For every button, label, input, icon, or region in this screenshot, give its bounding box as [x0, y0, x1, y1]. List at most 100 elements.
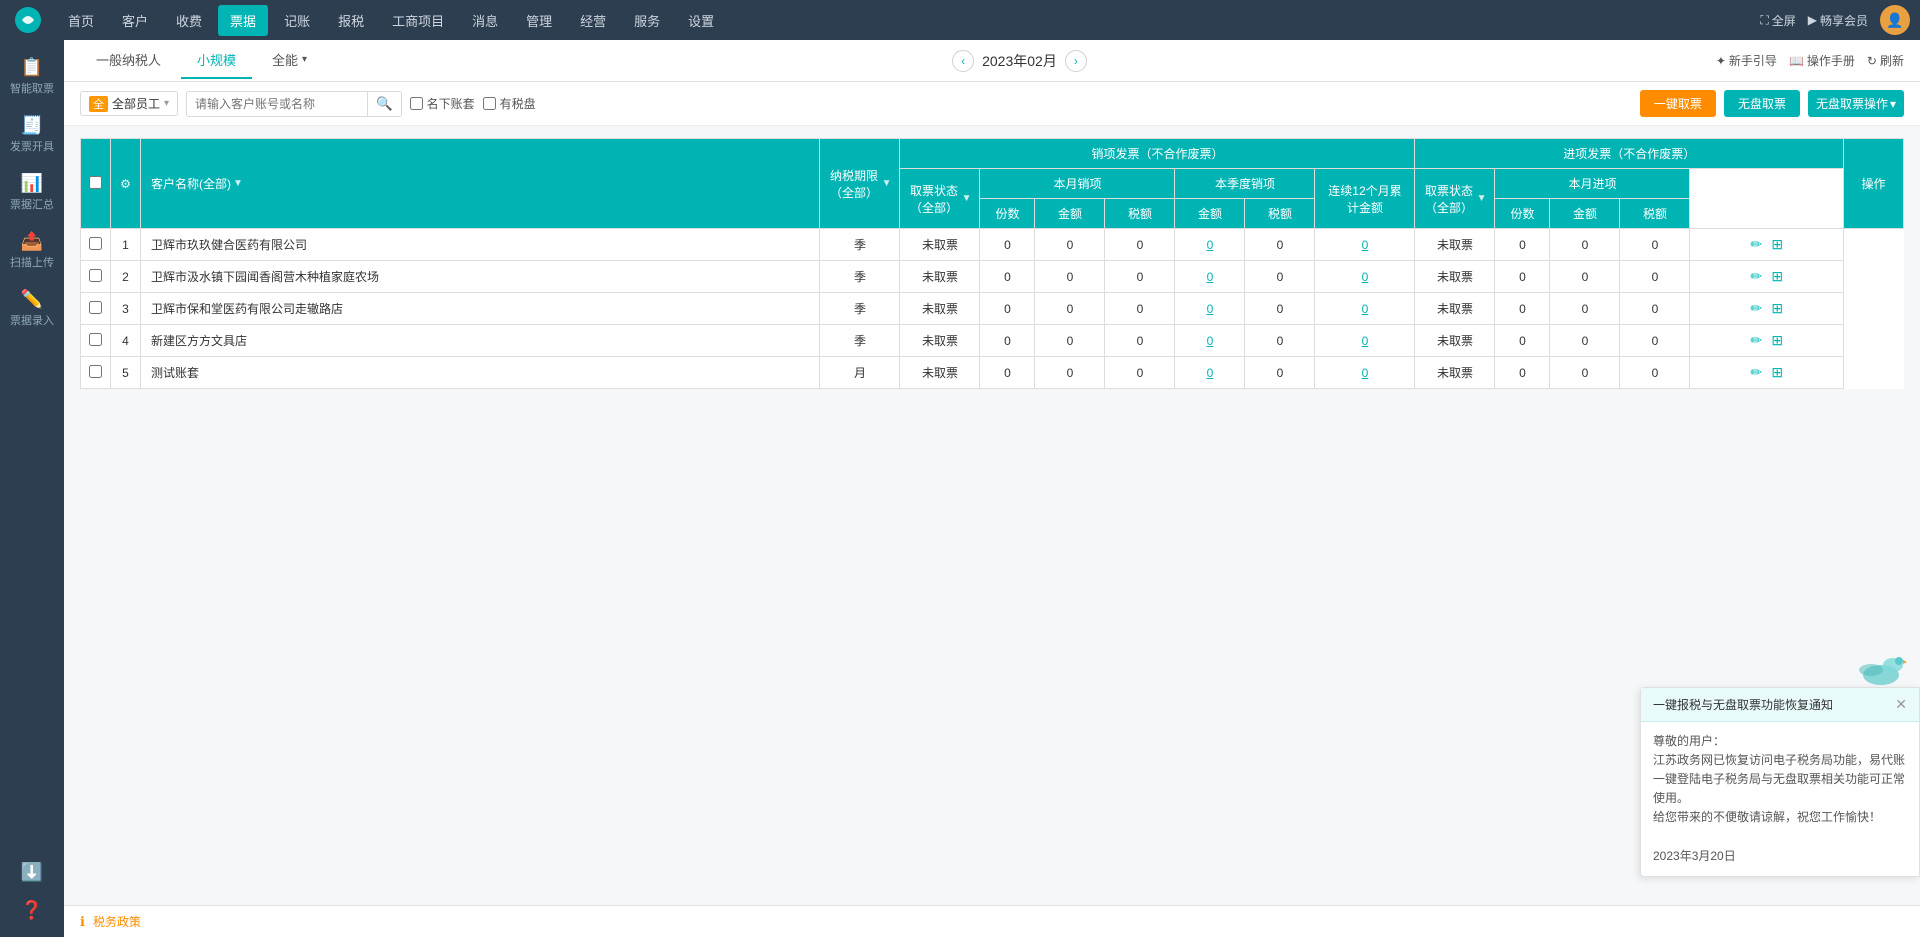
row-tax-input-cell: 0 [1620, 229, 1690, 261]
view-icon[interactable]: ⊞ [1768, 268, 1786, 284]
sidebar-item-label: 票据录入 [10, 312, 54, 328]
manual-link[interactable]: 📖 操作手册 [1789, 52, 1855, 69]
edit-icon[interactable]: ✏ [1747, 364, 1765, 380]
edit-icon[interactable]: ✏ [1747, 300, 1765, 316]
nav-settings[interactable]: 设置 [676, 5, 726, 36]
view-icon[interactable]: ⊞ [1768, 332, 1786, 348]
employee-select[interactable]: 全 全部员工 ▾ [80, 91, 178, 116]
sidebar-item-invoice-entry[interactable]: ✏️ 票据录入 [4, 282, 60, 336]
employee-dropdown-icon: ▾ [164, 98, 169, 109]
amount-quarter-link[interactable]: 0 [1207, 270, 1214, 284]
nav-customer[interactable]: 客户 [110, 5, 160, 36]
tax-policy-link[interactable]: 税务政策 [93, 913, 141, 930]
amount-quarter-link[interactable]: 0 [1207, 366, 1214, 380]
amount-quarter-link[interactable]: 0 [1207, 238, 1214, 252]
table-row: 3 卫辉市保和堂医药有限公司走辙路店 季 未取票 0 0 0 0 0 0 未取票… [81, 293, 1904, 325]
nav-business[interactable]: 工商项目 [380, 5, 456, 36]
tab-all-capable[interactable]: 全能 ▾ [256, 42, 323, 79]
select-all-checkbox[interactable] [89, 176, 102, 189]
row-amount-input-cell: 0 [1550, 293, 1620, 325]
customer-filter[interactable]: 客户名称(全部) ▼ [151, 175, 243, 192]
nav-fee[interactable]: 收费 [164, 5, 214, 36]
cumulative-link[interactable]: 0 [1362, 270, 1369, 284]
edit-icon[interactable]: ✏ [1747, 236, 1765, 252]
nav-message[interactable]: 消息 [460, 5, 510, 36]
nav-management[interactable]: 管理 [514, 5, 564, 36]
th-fetch-status-input: 取票状态（全部） ▼ [1415, 169, 1495, 229]
fetch-status-sales-filter[interactable]: 取票状态（全部） ▼ [908, 182, 971, 216]
under-account-checkbox-label[interactable]: 名下账套 [410, 95, 475, 112]
sidebar-item-smart-fetch[interactable]: 📋 智能取票 [4, 50, 60, 104]
sidebar-item-invoice-summary[interactable]: 📊 票据汇总 [4, 166, 60, 220]
tab-general-taxpayer[interactable]: 一般纳税人 [80, 42, 177, 79]
edit-icon[interactable]: ✏ [1747, 268, 1765, 284]
sidebar-item-help[interactable]: ❓ [4, 893, 60, 927]
member-btn[interactable]: ▶ 畅享会员 [1808, 12, 1868, 29]
view-icon[interactable]: ⊞ [1768, 364, 1786, 380]
new-guide-link[interactable]: ✦ 新手引导 [1716, 52, 1777, 69]
user-avatar[interactable]: 👤 [1880, 5, 1910, 35]
search-input[interactable] [187, 93, 367, 115]
th-tax-sales: 税额 [1105, 199, 1175, 229]
row-checkbox-0[interactable] [89, 237, 102, 250]
notification-close-btn[interactable]: ✕ [1895, 696, 1907, 713]
bird-svg [1851, 650, 1911, 688]
edit-icon[interactable]: ✏ [1747, 332, 1765, 348]
view-icon[interactable]: ⊞ [1768, 236, 1786, 252]
amount-quarter-link[interactable]: 0 [1207, 302, 1214, 316]
cumulative-link[interactable]: 0 [1362, 366, 1369, 380]
nav-service[interactable]: 服务 [622, 5, 672, 36]
tax-period-filter[interactable]: 纳税期限（全部） ▼ [828, 167, 891, 201]
cumulative-link[interactable]: 0 [1362, 238, 1369, 252]
amount-quarter-link[interactable]: 0 [1207, 334, 1214, 348]
under-account-checkbox[interactable] [410, 97, 423, 110]
refresh-link[interactable]: ↻ 刷新 [1867, 52, 1904, 69]
nav-invoice[interactable]: 票据 [218, 5, 268, 36]
has-tax-disk-checkbox[interactable] [483, 97, 496, 110]
settings-icon[interactable]: ⚙ [120, 177, 131, 191]
sidebar-item-invoice-issue[interactable]: 🧾 发票开具 [4, 108, 60, 162]
row-checkbox-3[interactable] [89, 333, 102, 346]
th-fetch-status-sales: 取票状态（全部） ▼ [900, 169, 980, 229]
cumulative-link[interactable]: 0 [1362, 334, 1369, 348]
no-disk-ops-btn[interactable]: 无盘取票操作 ▾ [1808, 90, 1904, 117]
notification-scroll[interactable]: 尊敬的用户： 江苏政务网已恢复访问电子税务局功能，易代账一键登陆电子税务局与无盘… [1653, 732, 1907, 866]
row-tax-period-cell: 季 [820, 293, 900, 325]
row-checkbox-4[interactable] [89, 365, 102, 378]
row-customer-cell: 卫辉市汲水镇下园闻香阁营木种植家庭农场 [141, 261, 820, 293]
th-cumulative: 连续12个月累计金额 [1315, 169, 1415, 229]
one-click-fetch-btn[interactable]: 一键取票 [1640, 90, 1716, 117]
fullscreen-btn[interactable]: ⛶ 全屏 [1760, 12, 1795, 29]
no-disk-fetch-btn[interactable]: 无盘取票 [1724, 90, 1800, 117]
nav-operation[interactable]: 经营 [568, 5, 618, 36]
dropdown-arrow-icon: ▾ [1890, 97, 1896, 111]
has-tax-disk-checkbox-label[interactable]: 有税盘 [483, 95, 536, 112]
employee-tag: 全 [89, 96, 108, 112]
row-shares-sales-cell: 0 [980, 357, 1035, 389]
sidebar-item-scan-upload[interactable]: 📤 扫描上传 [4, 224, 60, 278]
row-amount-quarter-cell: 0 [1175, 325, 1245, 357]
row-customer-cell: 卫辉市保和堂医药有限公司走辙路店 [141, 293, 820, 325]
nav-bookkeeping[interactable]: 记账 [272, 5, 322, 36]
search-box[interactable]: 🔍 [186, 91, 402, 117]
row-tax-quarter-cell: 0 [1245, 325, 1315, 357]
fetch-status-input-filter[interactable]: 取票状态（全部） ▼ [1423, 182, 1486, 216]
row-no-cell: 2 [111, 261, 141, 293]
view-icon[interactable]: ⊞ [1768, 300, 1786, 316]
row-checkbox-1[interactable] [89, 269, 102, 282]
row-amount-input-cell: 0 [1550, 261, 1620, 293]
nav-home[interactable]: 首页 [56, 5, 106, 36]
row-action-cell: ✏ ⊞ [1690, 357, 1844, 389]
row-shares-sales-cell: 0 [980, 293, 1035, 325]
row-cumulative-cell: 0 [1315, 325, 1415, 357]
sidebar-item-download[interactable]: ⬇️ [4, 855, 60, 889]
notification-body: 尊敬的用户： 江苏政务网已恢复访问电子税务局功能，易代账一键登陆电子税务局与无盘… [1641, 722, 1919, 876]
period-next-btn[interactable]: › [1065, 50, 1087, 72]
cumulative-link[interactable]: 0 [1362, 302, 1369, 316]
search-button[interactable]: 🔍 [367, 92, 401, 116]
nav-tax[interactable]: 报税 [326, 5, 376, 36]
tab-small-scale[interactable]: 小规模 [181, 42, 252, 79]
row-fetch-status-input-cell: 未取票 [1415, 229, 1495, 261]
period-prev-btn[interactable]: ‹ [952, 50, 974, 72]
row-checkbox-2[interactable] [89, 301, 102, 314]
